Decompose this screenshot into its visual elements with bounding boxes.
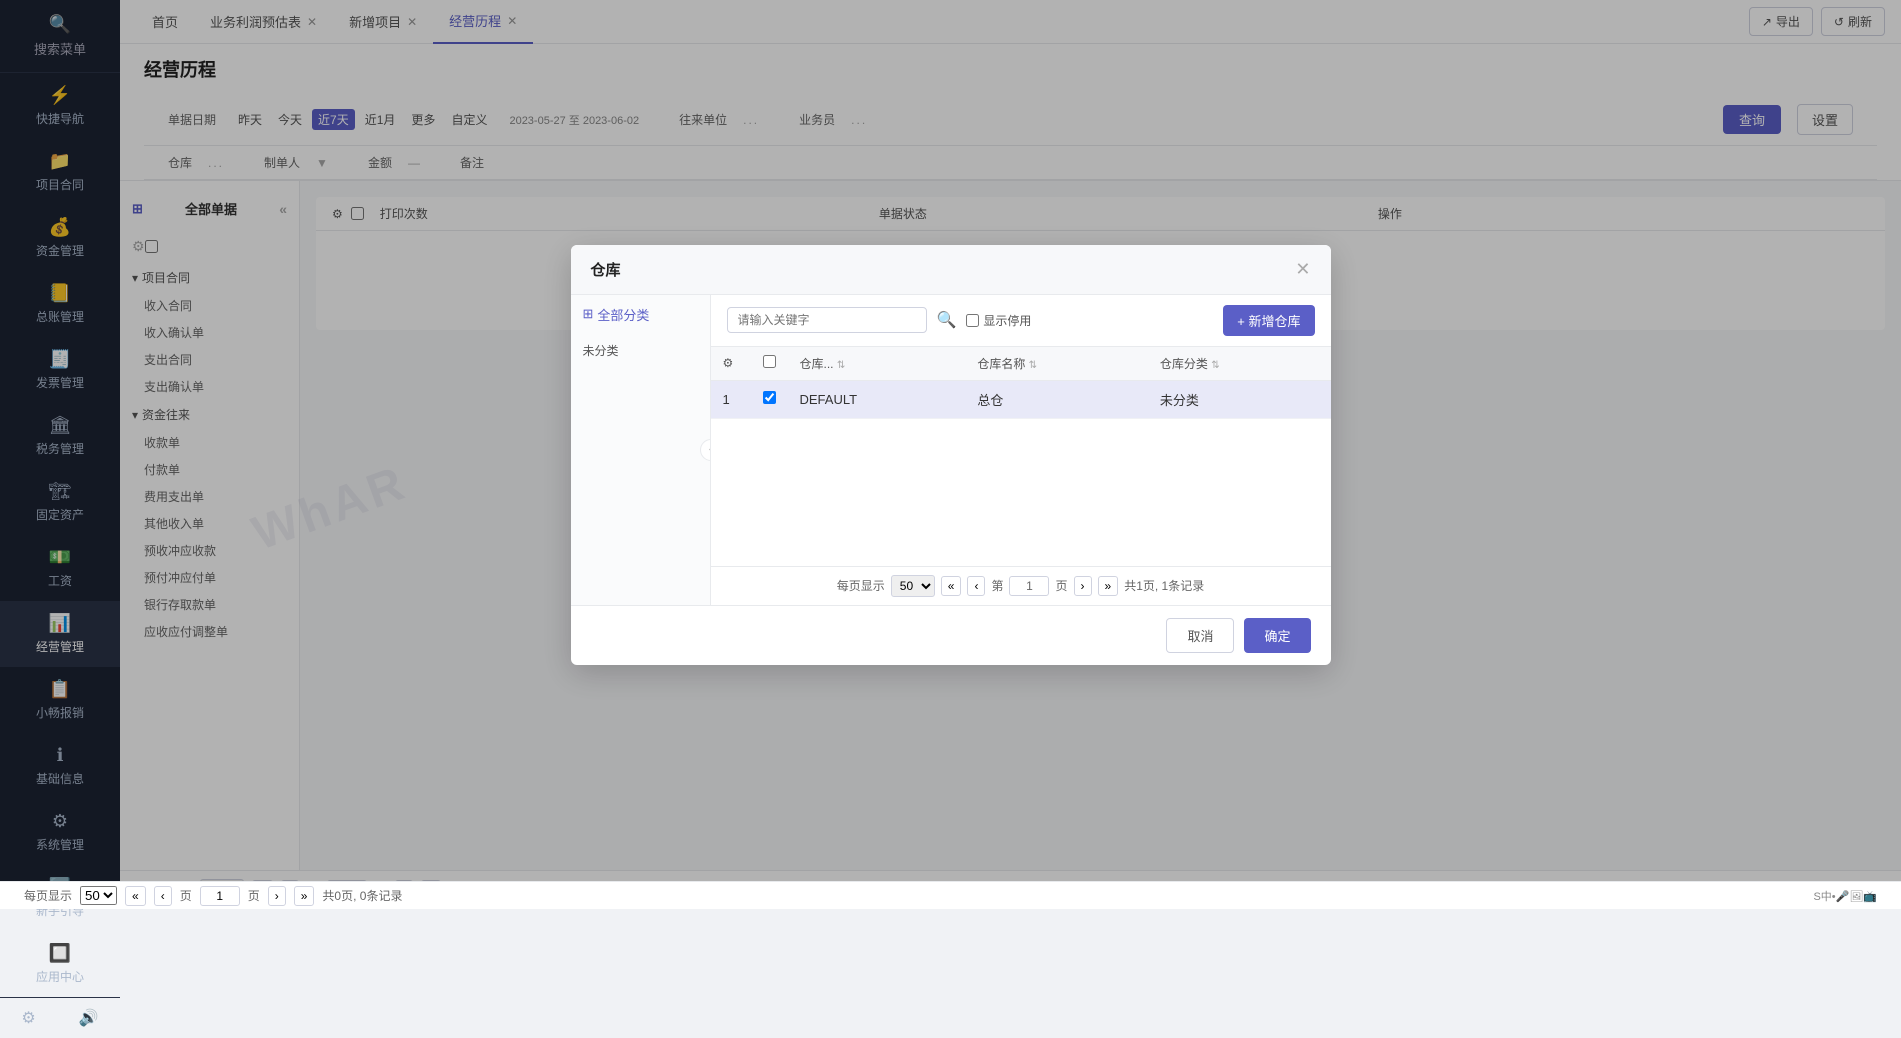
sidebar-bottom: ⚙ 🔊	[0, 997, 120, 1038]
app-icon: 🔲	[49, 943, 71, 964]
row-category: 未分类	[1148, 380, 1331, 418]
status-first-page-btn[interactable]: «	[125, 886, 146, 906]
col-checkbox	[751, 347, 788, 381]
col-name: 仓库名称 ⇅	[965, 347, 1148, 381]
sidebar-item-app-center[interactable]: 🔲 应用中心	[0, 931, 120, 997]
warehouse-table: ⚙ 仓库... ⇅ 仓库名称	[711, 347, 1331, 419]
col-settings: ⚙	[711, 347, 751, 381]
confirm-button[interactable]: 确定	[1244, 618, 1310, 653]
status-total-label: 共0页, 0条记录	[322, 887, 402, 904]
modal-first-page-btn[interactable]: «	[941, 576, 962, 596]
modal-per-page-select[interactable]: 50	[891, 575, 935, 597]
bottom-right-logo: S中•🎤🖼📺	[1813, 888, 1877, 904]
sort-cat-icon[interactable]: ⇅	[1211, 360, 1219, 371]
status-per-page-select[interactable]: 50	[80, 886, 117, 905]
modal-toolbar: 🔍 显示停用 + 新增仓库	[711, 295, 1331, 347]
status-next-page-btn[interactable]: ›	[268, 886, 286, 906]
sidebar-item-label: 应用中心	[36, 968, 84, 985]
modal-left-nav: ⊞ 全部分类 未分类 ‹	[571, 295, 711, 605]
modal-left-title: 全部分类	[597, 305, 649, 324]
cancel-button[interactable]: 取消	[1166, 618, 1234, 653]
modal-pagination: 每页显示 50 « ‹ 第 页 › » 共1页, 1条记录	[711, 566, 1331, 605]
modal-table: ⚙ 仓库... ⇅ 仓库名称	[711, 347, 1331, 566]
modal-overlay: 仓库 ✕ ⊞ 全部分类 未分类 ‹ 🔍	[0, 0, 1901, 909]
modal-header: 仓库 ✕	[571, 245, 1331, 295]
row-index: 1	[711, 380, 751, 418]
modal-page-label: 第	[991, 577, 1003, 594]
status-last-page-btn[interactable]: »	[294, 886, 315, 906]
modal-search-input[interactable]	[727, 307, 927, 333]
modal-prev-page-btn[interactable]: ‹	[967, 576, 985, 596]
modal-search-button[interactable]: 🔍	[937, 310, 957, 330]
grid-icon-modal: ⊞	[583, 306, 594, 322]
sort-code-icon[interactable]: ⇅	[837, 360, 845, 371]
modal-title: 仓库	[591, 259, 621, 280]
col-category: 仓库分类 ⇅	[1148, 347, 1331, 381]
show-disabled-checkbox[interactable]	[966, 314, 979, 327]
add-warehouse-label: + 新增仓库	[1237, 311, 1300, 330]
table-row[interactable]: 1 DEFAULT 总仓 未分类	[711, 380, 1331, 418]
modal-page-input[interactable]	[1009, 576, 1049, 596]
row-name: 总仓	[965, 380, 1148, 418]
modal-next-page-btn[interactable]: ›	[1074, 576, 1092, 596]
modal-left-collapse-btn[interactable]: ‹	[700, 439, 711, 461]
row-code: DEFAULT	[788, 380, 966, 418]
settings-icon[interactable]: ⚙	[21, 1008, 35, 1028]
warehouse-modal: 仓库 ✕ ⊞ 全部分类 未分类 ‹ 🔍	[571, 245, 1331, 665]
table-header: ⚙ 仓库... ⇅ 仓库名称	[711, 347, 1331, 381]
status-bar: 每页显示 50 « ‹ 页 页 › » 共0页, 0条记录 S中•🎤🖼📺	[0, 881, 1901, 909]
sort-name-icon[interactable]: ⇅	[1029, 360, 1037, 371]
row-checkbox	[751, 380, 788, 418]
show-disabled-label: 显示停用	[966, 312, 1031, 329]
table-header-checkbox[interactable]	[763, 355, 776, 368]
modal-right: 🔍 显示停用 + 新增仓库 ⚙	[711, 295, 1331, 605]
modal-body: ⊞ 全部分类 未分类 ‹ 🔍 显示停用 + 新增仓库	[571, 295, 1331, 605]
modal-left-item-unclassified[interactable]: 未分类	[571, 334, 710, 367]
add-warehouse-button[interactable]: + 新增仓库	[1223, 305, 1314, 336]
row-select-checkbox[interactable]	[763, 391, 776, 404]
show-disabled-text: 显示停用	[983, 312, 1031, 329]
status-page-label: 页	[180, 887, 192, 904]
status-page-label2: 页	[248, 887, 260, 904]
volume-icon[interactable]: 🔊	[79, 1008, 99, 1028]
modal-close-button[interactable]: ✕	[1295, 259, 1310, 280]
status-page-input[interactable]	[200, 886, 240, 906]
modal-per-page-label: 每页显示	[837, 577, 885, 594]
modal-footer: 取消 确定	[571, 605, 1331, 665]
modal-page-label2: 页	[1055, 577, 1067, 594]
modal-left-header: ⊞ 全部分类	[571, 295, 710, 334]
modal-total-label: 共1页, 1条记录	[1124, 577, 1204, 594]
status-prev-page-btn[interactable]: ‹	[154, 886, 172, 906]
col-code: 仓库... ⇅	[788, 347, 966, 381]
table-gear-icon[interactable]: ⚙	[723, 356, 734, 370]
status-per-page-label: 每页显示	[24, 887, 72, 904]
modal-last-page-btn[interactable]: »	[1098, 576, 1119, 596]
